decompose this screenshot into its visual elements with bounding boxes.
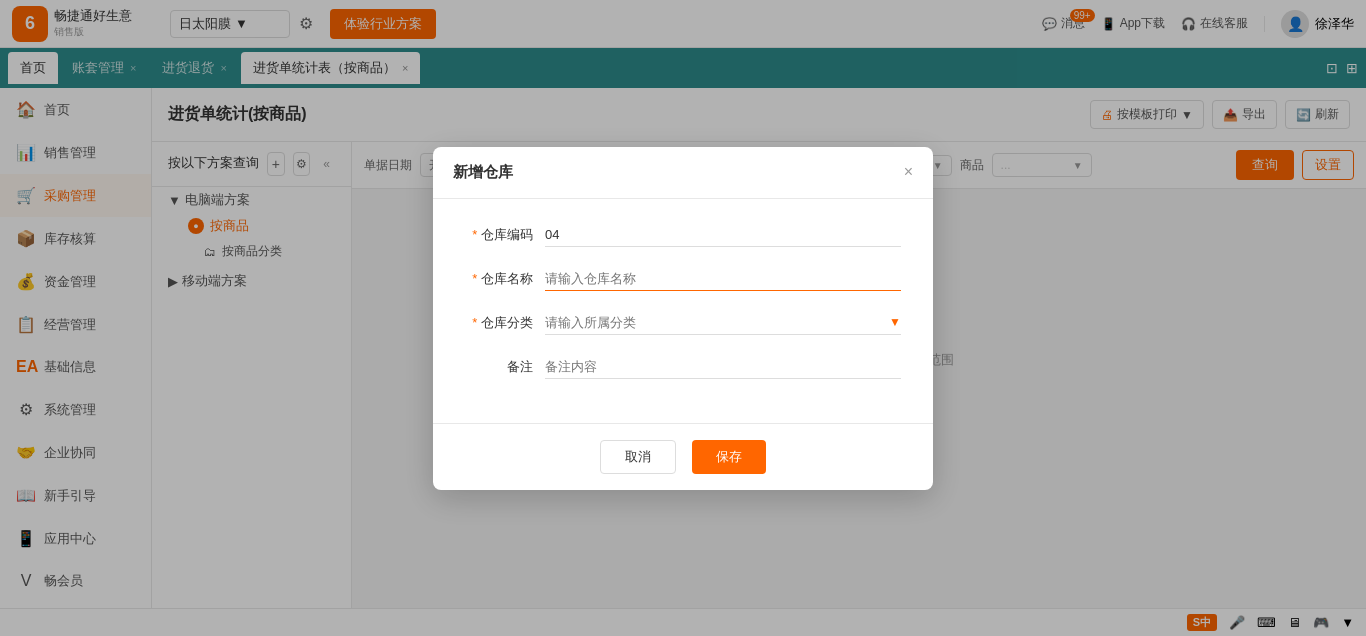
dialog-header: 新增仓库 × [433,147,933,199]
dialog-footer: 取消 保存 [433,423,933,490]
chevron-down-icon: ▼ [889,315,901,329]
warehouse-code-input[interactable] [545,223,901,247]
cancel-button[interactable]: 取消 [600,440,676,474]
form-row-name: 仓库名称 [465,267,901,291]
add-warehouse-dialog: 新增仓库 × 仓库编码 仓库名称 仓库分类 ▼ [433,147,933,490]
dialog-body: 仓库编码 仓库名称 仓库分类 ▼ 备注 [433,199,933,423]
save-button[interactable]: 保存 [692,440,766,474]
code-label: 仓库编码 [465,226,545,244]
category-label: 仓库分类 [465,314,545,332]
warehouse-name-input[interactable] [545,267,901,291]
form-row-code: 仓库编码 [465,223,901,247]
remark-input[interactable] [545,355,901,379]
form-row-category: 仓库分类 ▼ [465,311,901,335]
modal-overlay[interactable]: 新增仓库 × 仓库编码 仓库名称 仓库分类 ▼ [0,0,1366,636]
dialog-close-button[interactable]: × [904,163,913,181]
warehouse-category-select[interactable]: ▼ [545,311,901,335]
category-input[interactable] [545,315,889,330]
remark-label: 备注 [465,358,545,376]
dialog-title: 新增仓库 [453,163,513,182]
form-row-remark: 备注 [465,355,901,379]
name-label: 仓库名称 [465,270,545,288]
